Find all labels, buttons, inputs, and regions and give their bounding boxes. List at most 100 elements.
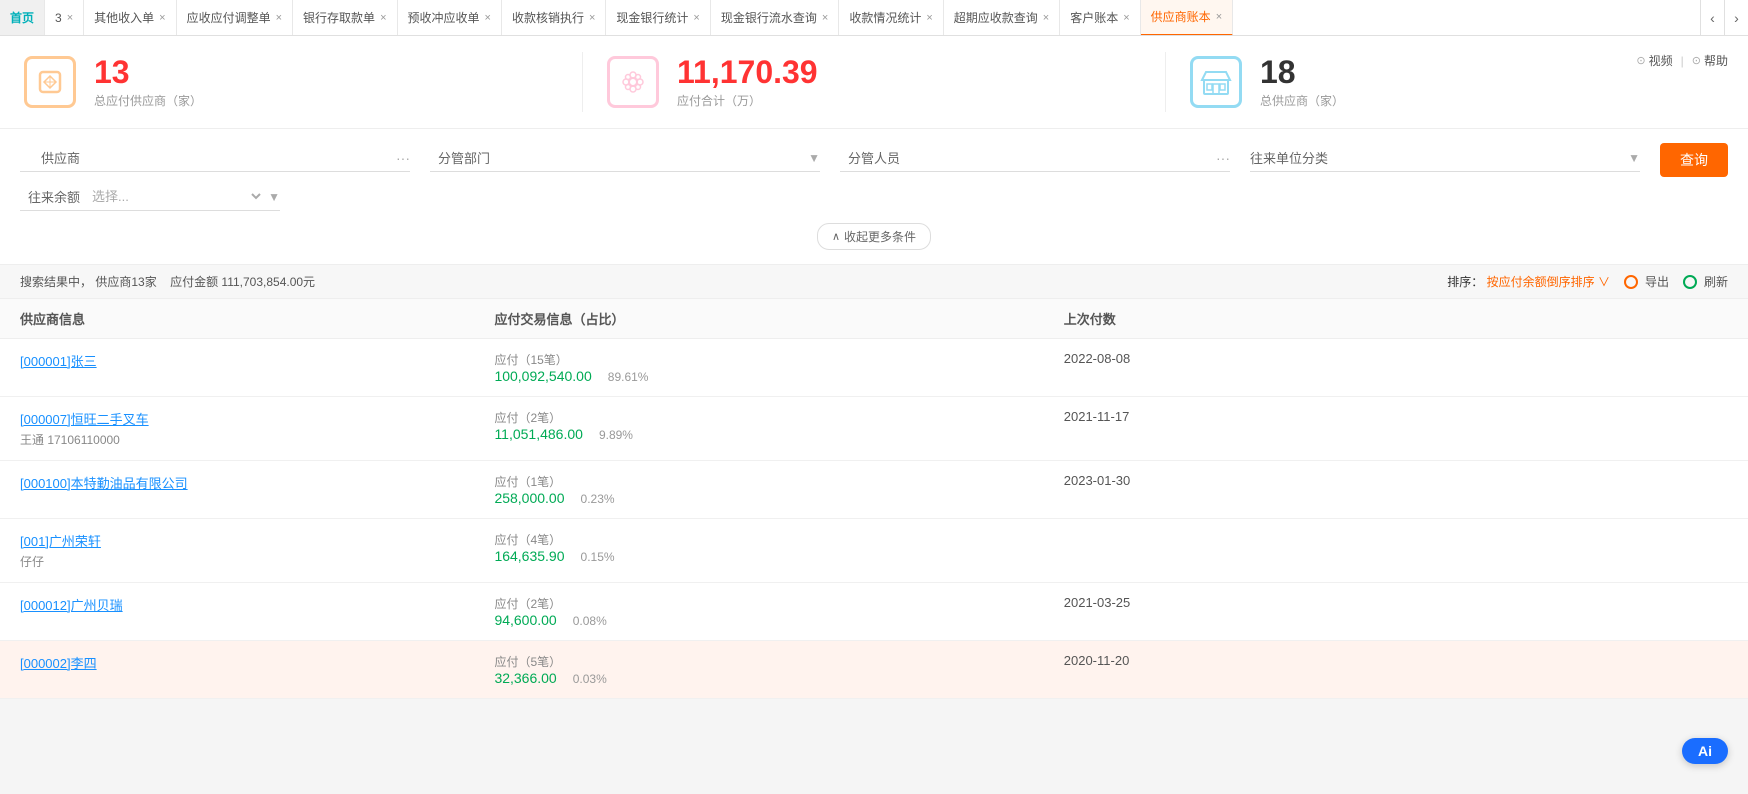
close-icon[interactable]: ×	[589, 12, 595, 24]
video-link[interactable]: 视频	[1649, 52, 1673, 69]
supplier-sub: 王通 17106110000	[20, 431, 494, 448]
stat-divider-2	[1165, 52, 1166, 112]
supplier-dots-icon[interactable]: ···	[396, 150, 410, 166]
tx-amount[interactable]: 258,000.00	[494, 490, 564, 506]
nav-tab-bank-deposit[interactable]: 银行存取款单 ×	[293, 0, 397, 36]
col-header-transaction: 应付交易信息（占比）	[494, 309, 1063, 328]
supplier-input[interactable]	[88, 150, 392, 165]
category-dropdown-icon[interactable]: ▼	[1628, 151, 1640, 165]
stat-number-amount: 11,170.39	[677, 56, 818, 88]
department-input[interactable]	[498, 150, 804, 165]
tx-amount[interactable]: 32,366.00	[494, 670, 556, 686]
supplier-link[interactable]: [001]广州荣轩	[20, 534, 101, 549]
table-row: [000007]恒旺二手叉车 王通 17106110000 应付（2笔） 11,…	[0, 397, 1748, 461]
tx-amount[interactable]: 164,635.90	[494, 548, 564, 564]
sort-value[interactable]: 按应付余额倒序排序 ∨	[1487, 275, 1610, 289]
nav-tab-pre-collect[interactable]: 预收冲应收单 ×	[398, 0, 502, 36]
help-link[interactable]: 帮助	[1704, 52, 1728, 69]
search-field-balance: 往来余额 选择... ▼	[20, 187, 280, 211]
search-field-person: 分管人员 ···	[840, 148, 1230, 172]
category-label: 往来单位分类	[1250, 148, 1310, 167]
table-row: [000002]李四 应付（5笔） 32,366.00 0.03% 2020-1…	[0, 641, 1748, 699]
close-icon[interactable]: ×	[1123, 12, 1129, 24]
tx-label: 应付（15笔）	[494, 351, 1063, 368]
table-row: [000012]广州贝瑞 应付（2笔） 94,600.00 0.08% 2021…	[0, 583, 1748, 641]
nav-tab-home[interactable]: 首页	[0, 0, 45, 36]
balance-select[interactable]: 选择...	[88, 188, 264, 205]
table-header: 供应商信息 应付交易信息（占比） 上次付数	[0, 299, 1748, 339]
sort-label: 排序： 按应付余额倒序排序 ∨	[1447, 273, 1610, 290]
nav-tab-overdue-ar[interactable]: 超期应收款查询 ×	[944, 0, 1060, 36]
close-icon[interactable]: ×	[926, 12, 932, 24]
person-dots-icon[interactable]: ···	[1216, 150, 1230, 166]
tx-percent: 0.23%	[581, 492, 615, 506]
last-pay-date: 2020-11-20	[1064, 653, 1130, 668]
supplier-link[interactable]: [000007]恒旺二手叉车	[20, 412, 149, 427]
search-result-label: 搜索结果中， 供应商13家 应付金额 111,703,854.00元	[20, 273, 315, 290]
close-icon[interactable]: ×	[380, 12, 386, 24]
category-input[interactable]	[1318, 150, 1624, 165]
close-icon[interactable]: ×	[1043, 12, 1049, 24]
nav-tab-collection-stat[interactable]: 收款情况统计 ×	[839, 0, 943, 36]
supplier-link[interactable]: [000012]广州贝瑞	[20, 598, 123, 613]
search-field-supplier: 供应商 ···	[20, 148, 410, 172]
supplier-link[interactable]: [000001]张三	[20, 354, 97, 369]
last-pay-date: 2021-03-25	[1064, 595, 1131, 610]
close-icon[interactable]: ×	[1216, 11, 1222, 23]
close-icon[interactable]: ×	[822, 12, 828, 24]
close-icon[interactable]: ×	[485, 12, 491, 24]
close-icon[interactable]: ×	[693, 12, 699, 24]
result-bar-right: 排序： 按应付余额倒序排序 ∨ 导出 刷新	[1447, 273, 1728, 290]
export-button[interactable]: 导出	[1624, 273, 1669, 290]
refresh-button[interactable]: 刷新	[1683, 273, 1728, 290]
tx-percent: 0.15%	[581, 550, 615, 564]
tx-amount[interactable]: 94,600.00	[494, 612, 556, 628]
stat-icon-diamond	[20, 52, 80, 112]
close-icon[interactable]: ×	[276, 12, 282, 24]
department-dropdown-icon[interactable]: ▼	[808, 151, 820, 165]
nav-tab-receipt-verify[interactable]: 收款核销执行 ×	[502, 0, 606, 36]
nav-tab-customer-ledger[interactable]: 客户账本 ×	[1060, 0, 1140, 36]
search-field-department: 分管部门 ▼	[430, 148, 820, 172]
stat-label-suppliers: 总应付供应商（家）	[94, 92, 202, 109]
col-header-supplier: 供应商信息	[20, 309, 494, 328]
nav-tab-ar-ap-adjust[interactable]: 应收应付调整单 ×	[177, 0, 293, 36]
nav-arrow-left[interactable]: ‹	[1700, 0, 1724, 36]
nav-tab-cash-bank-stat[interactable]: 现金银行统计 ×	[606, 0, 710, 36]
chevron-up-icon: ∧	[832, 230, 840, 243]
table-row: [001]广州荣轩 仔仔 应付（4笔） 164,635.90 0.15%	[0, 519, 1748, 583]
nav-arrow-right[interactable]: ›	[1724, 0, 1748, 36]
tx-label: 应付（1笔）	[494, 473, 1063, 490]
result-bar: 搜索结果中， 供应商13家 应付金额 111,703,854.00元 排序： 按…	[0, 265, 1748, 299]
search-row-1: 供应商 ··· 分管部门 ▼ 分管人员 ··· 往来单位分类 ▼ 查询	[20, 143, 1728, 177]
stat-number-suppliers: 13	[94, 56, 202, 88]
table-row: [000001]张三 应付（15笔） 100,092,540.00 89.61%…	[0, 339, 1748, 397]
nav-tab-other-income[interactable]: 其他收入单 ×	[84, 0, 176, 36]
query-button[interactable]: 查询	[1660, 143, 1728, 177]
ai-button[interactable]: Ai	[1682, 738, 1728, 764]
nav-bar: 首页 3 × 其他收入单 × 应收应付调整单 × 银行存取款单 × 预收冲应收单…	[0, 0, 1748, 36]
balance-dropdown-icon[interactable]: ▼	[268, 190, 280, 204]
nav-tab-supplier-ledger[interactable]: 供应商账本 ×	[1141, 0, 1233, 36]
tx-amount[interactable]: 11,051,486.00	[494, 426, 583, 442]
col-header-lastpay: 上次付数	[1064, 309, 1444, 328]
tx-percent: 89.61%	[608, 370, 649, 384]
close-icon[interactable]: ×	[159, 12, 165, 24]
last-pay-date: 2022-08-08	[1064, 351, 1131, 366]
close-icon[interactable]: ×	[67, 12, 73, 24]
tx-label: 应付（5笔）	[494, 653, 1063, 670]
person-input[interactable]	[908, 150, 1212, 165]
last-pay-date: 2021-11-17	[1064, 409, 1130, 424]
stat-label-amount: 应付合计（万）	[677, 92, 818, 109]
supplier-link[interactable]: [000100]本特勤油品有限公司	[20, 476, 188, 491]
tx-percent: 0.03%	[573, 672, 607, 686]
tx-percent: 0.08%	[573, 614, 607, 628]
collapse-button[interactable]: ∧ 收起更多条件	[817, 223, 931, 250]
tx-amount[interactable]: 100,092,540.00	[494, 368, 591, 384]
supplier-link[interactable]: [000002]李四	[20, 656, 97, 671]
nav-tab-cash-bank-flow[interactable]: 现金银行流水查询 ×	[711, 0, 839, 36]
nav-tab-3[interactable]: 3 ×	[45, 0, 84, 36]
department-label: 分管部门	[430, 148, 490, 167]
tx-percent: 9.89%	[599, 428, 633, 442]
export-icon	[1624, 275, 1638, 289]
